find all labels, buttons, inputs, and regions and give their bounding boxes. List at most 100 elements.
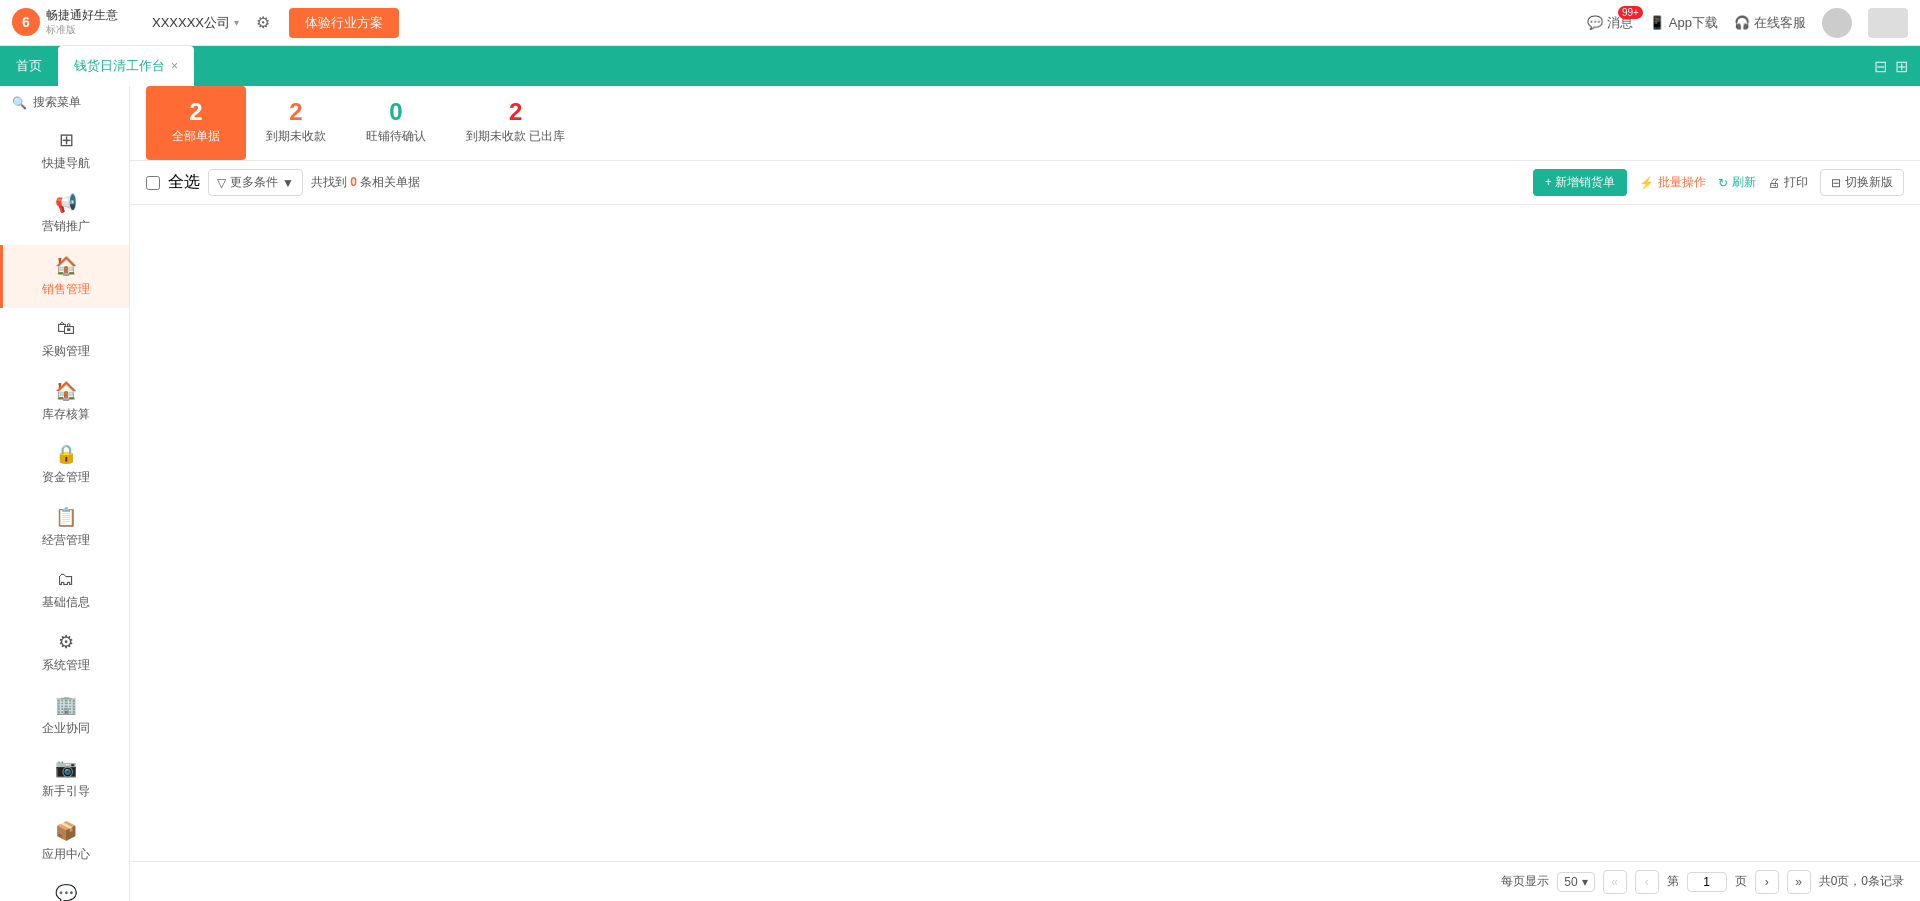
sidebar: 🔍 搜索菜单 ⊞ 快捷导航 📢 营销推广 🏠 销售管理 🛍 采购管理 🏠 库存核…	[0, 86, 130, 901]
sidebar-search[interactable]: 🔍 搜索菜单	[0, 86, 129, 119]
marketing-icon: 📢	[55, 192, 77, 214]
per-page-select[interactable]: 50 ▾	[1557, 872, 1594, 892]
all-count: 2	[189, 98, 202, 126]
batch-btn[interactable]: ⚡ 批量操作	[1639, 174, 1706, 191]
sidebar-item-finance[interactable]: 🔒 资金管理	[0, 433, 129, 496]
top-header: 6 畅捷通好生意 标准版 XXXXXX公司 ▾ ⚙ 体验行业方案 💬 消息 99…	[0, 0, 1920, 46]
online-service-action[interactable]: 🎧 在线客服	[1734, 14, 1806, 32]
stats-tabs: 2 全部单据 2 到期未收款 0 旺铺待确认 2 到期未收款 已出库	[130, 86, 1920, 161]
sidebar-label-system: 系统管理	[42, 657, 90, 674]
sidebar-item-enterprise[interactable]: 🏢 企业协同	[0, 684, 129, 747]
found-suffix: 条相关单据	[360, 175, 420, 189]
sidebar-item-guide[interactable]: 📷 新手引导	[0, 747, 129, 810]
close-tab-icon[interactable]: ×	[171, 59, 178, 73]
sidebar-label-quick-nav: 快捷导航	[42, 155, 90, 172]
minimize-icon[interactable]: ⊟	[1874, 57, 1887, 76]
sales-icon: 🏠	[55, 255, 77, 277]
sidebar-item-quick-nav[interactable]: ⊞ 快捷导航	[0, 119, 129, 182]
switch-view-btn[interactable]: ⊟ 切换新版	[1820, 169, 1904, 196]
inventory-icon: 🏠	[55, 380, 77, 402]
prev-page-btn[interactable]: ‹	[1635, 870, 1659, 894]
base-icon: 🗂	[57, 569, 75, 590]
expand-icon[interactable]: ⊞	[1895, 57, 1908, 76]
new-order-btn[interactable]: + 新增销货单	[1533, 169, 1627, 196]
sidebar-item-operations[interactable]: 📋 经营管理	[0, 496, 129, 559]
sidebar-item-purchase[interactable]: 🛍 采购管理	[0, 308, 129, 370]
page-input[interactable]	[1687, 872, 1727, 892]
select-all-label: 全选	[168, 172, 200, 193]
stat-tab-pending[interactable]: 0 旺铺待确认	[346, 86, 446, 160]
download-icon: 📱	[1649, 15, 1665, 30]
print-label: 打印	[1784, 174, 1808, 191]
toolbar-right: + 新增销货单 ⚡ 批量操作 ↻ 刷新 🖨 打印 ⊟ 切换新版	[1533, 169, 1904, 196]
sidebar-item-sales[interactable]: 🏠 销售管理	[0, 245, 129, 308]
overdue-label: 到期未收款	[266, 128, 326, 145]
filter-icon: ▽	[217, 176, 226, 190]
app-download-action[interactable]: 📱 App下载	[1649, 14, 1718, 32]
stat-tab-overdue[interactable]: 2 到期未收款	[246, 86, 346, 160]
found-prefix: 共找到	[311, 175, 347, 189]
content-area: 2 全部单据 2 到期未收款 0 旺铺待确认 2 到期未收款 已出库 全选	[130, 86, 1920, 901]
stat-tab-all[interactable]: 2 全部单据	[146, 86, 246, 160]
batch-icon: ⚡	[1639, 176, 1654, 190]
finance-icon: 🔒	[55, 443, 77, 465]
chevron-down-icon: ▾	[234, 17, 239, 28]
per-page-chevron-icon: ▾	[1582, 875, 1588, 889]
sidebar-label-guide: 新手引导	[42, 783, 90, 800]
quick-nav-icon: ⊞	[59, 129, 74, 151]
batch-label: 批量操作	[1658, 174, 1706, 191]
sidebar-label-purchase: 采购管理	[42, 343, 90, 360]
app-badge: 标准版	[46, 23, 118, 37]
last-page-btn[interactable]: »	[1787, 870, 1811, 894]
wechat-icon: 💬	[55, 883, 77, 901]
industry-btn[interactable]: 体验行业方案	[289, 8, 399, 38]
tab-home[interactable]: 首页	[0, 46, 58, 86]
logo-text-wrap: 畅捷通好生意 标准版	[46, 8, 118, 36]
filter-label: 更多条件	[230, 174, 278, 191]
service-icon: 🎧	[1734, 15, 1750, 30]
overdue-count: 2	[289, 98, 302, 126]
sidebar-item-appstore[interactable]: 📦 应用中心	[0, 810, 129, 873]
logo-area: 6 畅捷通好生意 标准版	[12, 8, 142, 36]
message-action[interactable]: 💬 消息 99+	[1587, 14, 1633, 32]
nav-tabs-controls: ⊟ ⊞	[1862, 57, 1920, 76]
table-area	[130, 205, 1920, 861]
settings-icon[interactable]: ⚙	[249, 9, 277, 37]
total-text: 共0页，0条记录	[1819, 873, 1904, 890]
system-icon: ⚙	[58, 631, 74, 653]
message-icon: 💬	[1587, 15, 1603, 30]
company-selector[interactable]: XXXXXX公司 ▾	[152, 14, 239, 32]
user-name-placeholder	[1868, 8, 1908, 38]
page-label: 第	[1667, 873, 1679, 890]
appstore-icon: 📦	[55, 820, 77, 842]
sidebar-item-base[interactable]: 🗂 基础信息	[0, 559, 129, 621]
sidebar-label-marketing: 营销推广	[42, 218, 90, 235]
first-page-btn[interactable]: «	[1603, 870, 1627, 894]
found-text: 共找到 0 条相关单据	[311, 174, 420, 191]
next-page-btn[interactable]: ›	[1755, 870, 1779, 894]
enterprise-icon: 🏢	[55, 694, 77, 716]
pagination: 每页显示 50 ▾ « ‹ 第 页 › » 共0页，0条记录	[130, 861, 1920, 901]
filter-btn[interactable]: ▽ 更多条件 ▼	[208, 169, 303, 196]
refresh-icon: ↻	[1718, 176, 1728, 190]
found-count: 0	[350, 175, 357, 189]
tab-daily-work[interactable]: 钱货日清工作台 ×	[58, 46, 194, 86]
select-all-checkbox[interactable]	[146, 176, 160, 190]
per-page-value: 50	[1564, 875, 1577, 889]
sidebar-item-wechat[interactable]: 💬 企业微信	[0, 873, 129, 901]
stat-tab-out[interactable]: 2 到期未收款 已出库	[446, 86, 585, 160]
header-right: 💬 消息 99+ 📱 App下载 🎧 在线客服	[1587, 8, 1908, 38]
avatar[interactable]	[1822, 8, 1852, 38]
print-btn[interactable]: 🖨 打印	[1768, 174, 1808, 191]
sidebar-item-system[interactable]: ⚙ 系统管理	[0, 621, 129, 684]
toolbar-left: 全选 ▽ 更多条件 ▼ 共找到 0 条相关单据	[146, 169, 420, 196]
all-label: 全部单据	[172, 128, 220, 145]
search-label: 搜索菜单	[33, 94, 81, 111]
refresh-btn[interactable]: ↻ 刷新	[1718, 174, 1756, 191]
sidebar-label-appstore: 应用中心	[42, 846, 90, 863]
sidebar-item-marketing[interactable]: 📢 营销推广	[0, 182, 129, 245]
switch-icon: ⊟	[1831, 176, 1841, 190]
sidebar-item-inventory[interactable]: 🏠 库存核算	[0, 370, 129, 433]
operations-icon: 📋	[55, 506, 77, 528]
guide-icon: 📷	[55, 757, 77, 779]
